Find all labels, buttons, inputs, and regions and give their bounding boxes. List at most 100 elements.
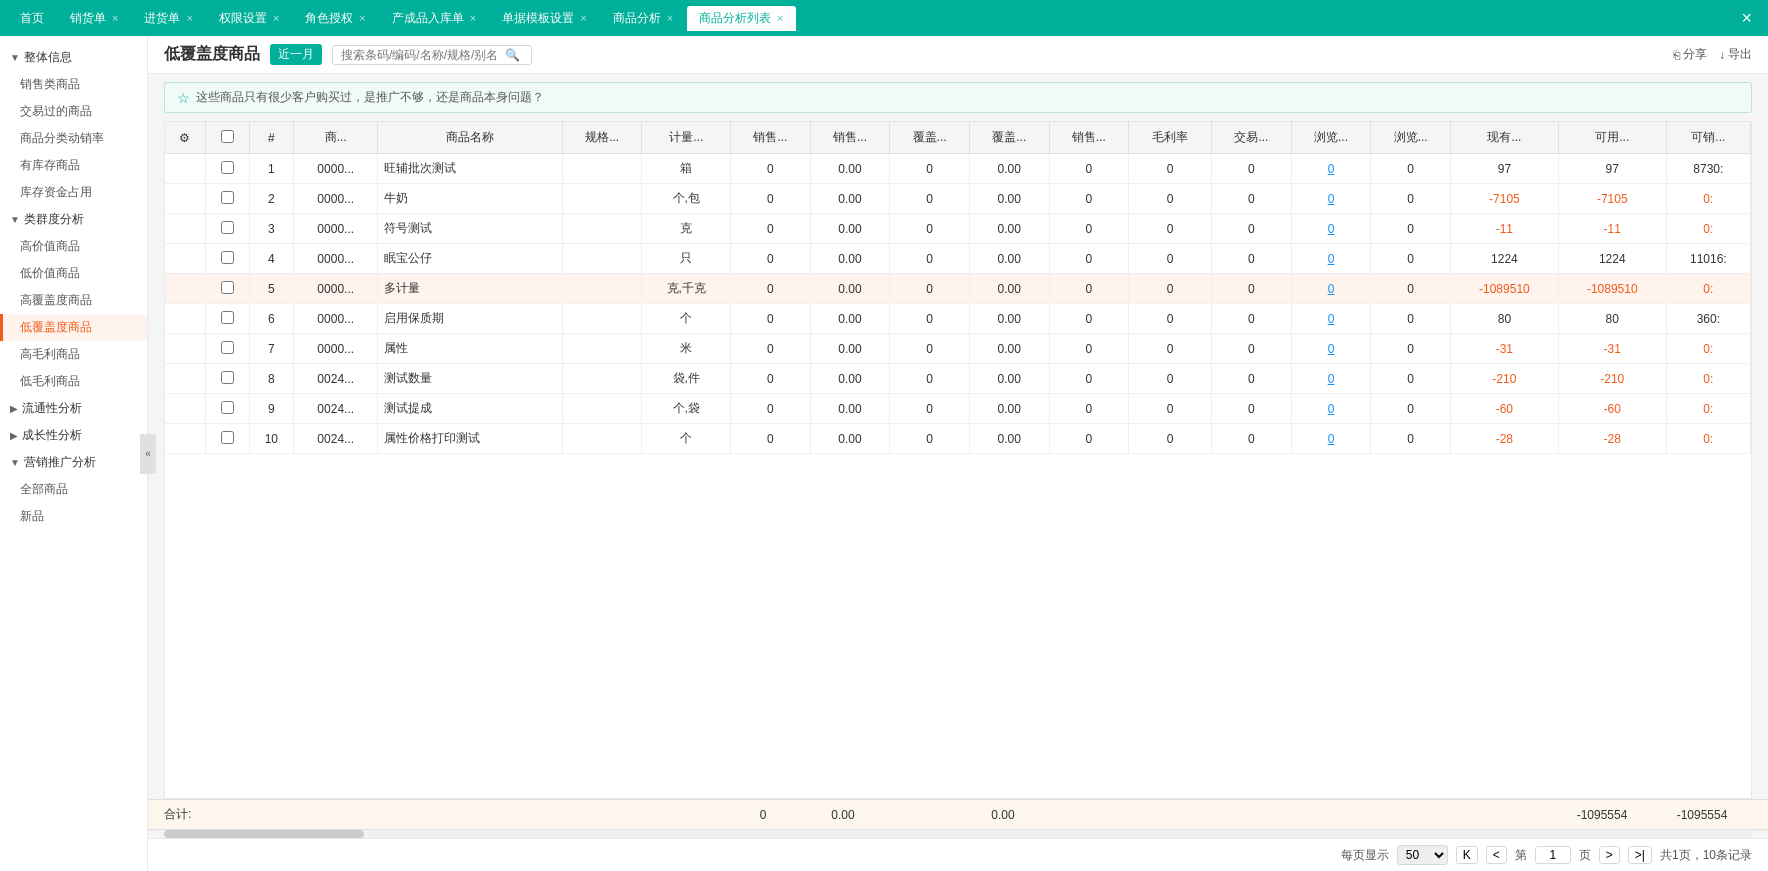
sidebar-item-new-goods[interactable]: 新品 xyxy=(0,503,147,530)
close-icon[interactable]: × xyxy=(777,12,783,24)
td-unit: 个 xyxy=(642,424,731,454)
close-icon[interactable]: × xyxy=(359,12,365,24)
close-icon[interactable]: × xyxy=(186,12,192,24)
td-checkbox[interactable] xyxy=(205,334,249,364)
page-number-input[interactable] xyxy=(1535,846,1571,864)
close-icon[interactable]: × xyxy=(273,12,279,24)
nav-tab-purchase[interactable]: 进货单 × xyxy=(132,6,204,31)
td-checkbox[interactable] xyxy=(205,154,249,184)
share-button[interactable]: ⎗ 分享 xyxy=(1673,46,1707,63)
sidebar-item-sales-goods[interactable]: 销售类商品 xyxy=(0,71,147,98)
row-checkbox[interactable] xyxy=(221,401,234,414)
row-checkbox[interactable] xyxy=(221,281,234,294)
row-checkbox[interactable] xyxy=(221,431,234,444)
sidebar-item-low-coverage[interactable]: 低覆盖度商品 xyxy=(0,314,147,341)
first-page-button[interactable]: K xyxy=(1456,846,1478,864)
td-browse-cnt[interactable]: 0 xyxy=(1291,304,1371,334)
browse-cnt-link[interactable]: 0 xyxy=(1328,192,1335,206)
sidebar-group-marketing[interactable]: ▼ 营销推广分析 xyxy=(0,449,147,476)
td-browse-cnt[interactable]: 0 xyxy=(1291,274,1371,304)
row-checkbox[interactable] xyxy=(221,251,234,264)
browse-cnt-link[interactable]: 0 xyxy=(1328,312,1335,326)
browse-cnt-link[interactable]: 0 xyxy=(1328,372,1335,386)
td-checkbox[interactable] xyxy=(205,364,249,394)
sidebar-item-traded-goods[interactable]: 交易过的商品 xyxy=(0,98,147,125)
next-page-button[interactable]: > xyxy=(1599,846,1620,864)
td-checkbox[interactable] xyxy=(205,274,249,304)
row-checkbox[interactable] xyxy=(221,311,234,324)
close-icon[interactable]: × xyxy=(112,12,118,24)
search-icon[interactable]: 🔍 xyxy=(505,48,520,62)
th-checkbox[interactable] xyxy=(205,122,249,154)
td-browse-cnt[interactable]: 0 xyxy=(1291,334,1371,364)
close-icon[interactable]: × xyxy=(470,12,476,24)
horizontal-scrollbar[interactable] xyxy=(164,830,1752,838)
last-page-button[interactable]: >| xyxy=(1628,846,1652,864)
settings-icon[interactable]: ⚙ xyxy=(179,131,190,145)
nav-tab-analysis[interactable]: 商品分析 × xyxy=(601,6,685,31)
period-button[interactable]: 近一月 xyxy=(270,44,322,65)
td-checkbox[interactable] xyxy=(205,244,249,274)
browse-cnt-link[interactable]: 0 xyxy=(1328,282,1335,296)
search-input[interactable] xyxy=(341,48,501,62)
th-sellable: 可销... xyxy=(1666,122,1750,154)
sidebar-group-liquidity[interactable]: ▶ 流通性分析 xyxy=(0,395,147,422)
sidebar-item-category-turnover[interactable]: 商品分类动销率 xyxy=(0,125,147,152)
th-settings[interactable]: ⚙ xyxy=(165,122,205,154)
td-browse-cnt[interactable]: 0 xyxy=(1291,214,1371,244)
td-checkbox[interactable] xyxy=(205,304,249,334)
nav-tab-analysis-list[interactable]: 商品分析列表 × xyxy=(687,6,795,31)
row-checkbox[interactable] xyxy=(221,191,234,204)
td-browse-cnt[interactable]: 0 xyxy=(1291,364,1371,394)
nav-tab-products[interactable]: 产成品入库单 × xyxy=(380,6,488,31)
sidebar-item-inventory-capital[interactable]: 库存资金占用 xyxy=(0,179,147,206)
page-size-select[interactable]: 50 100 200 xyxy=(1397,845,1448,865)
th-available: 可用... xyxy=(1558,122,1666,154)
td-checkbox[interactable] xyxy=(205,394,249,424)
nav-tab-templates[interactable]: 单据模板设置 × xyxy=(490,6,598,31)
row-checkbox[interactable] xyxy=(221,371,234,384)
sidebar-item-high-margin[interactable]: 高毛利商品 xyxy=(0,341,147,368)
select-all-checkbox[interactable] xyxy=(221,130,234,143)
close-icon[interactable]: × xyxy=(667,12,673,24)
top-nav: 首页 销货单 × 进货单 × 权限设置 × 角色授权 × 产成品入库单 × 单据… xyxy=(0,0,1768,36)
nav-tab-sales[interactable]: 销货单 × xyxy=(58,6,130,31)
browse-cnt-link[interactable]: 0 xyxy=(1328,432,1335,446)
sidebar-item-high-value[interactable]: 高价值商品 xyxy=(0,233,147,260)
row-checkbox[interactable] xyxy=(221,161,234,174)
sidebar-group-cluster[interactable]: ▼ 类群度分析 xyxy=(0,206,147,233)
export-button[interactable]: ↓ 导出 xyxy=(1719,46,1752,63)
browse-cnt-link[interactable]: 0 xyxy=(1328,222,1335,236)
browse-cnt-link[interactable]: 0 xyxy=(1328,402,1335,416)
window-close-button[interactable]: × xyxy=(1733,8,1760,29)
browse-cnt-link[interactable]: 0 xyxy=(1328,252,1335,266)
td-browse-cnt[interactable]: 0 xyxy=(1291,394,1371,424)
td-trade-cnt: 0 xyxy=(1212,334,1292,364)
sidebar-item-in-stock[interactable]: 有库存商品 xyxy=(0,152,147,179)
sidebar-item-low-value[interactable]: 低价值商品 xyxy=(0,260,147,287)
nav-tab-roles[interactable]: 角色授权 × xyxy=(293,6,377,31)
close-icon[interactable]: × xyxy=(580,12,586,24)
td-browse-cnt[interactable]: 0 xyxy=(1291,154,1371,184)
nav-tab-permissions[interactable]: 权限设置 × xyxy=(207,6,291,31)
td-browse-cnt[interactable]: 0 xyxy=(1291,184,1371,214)
nav-tab-home[interactable]: 首页 xyxy=(8,6,56,31)
td-browse-cnt[interactable]: 0 xyxy=(1291,244,1371,274)
sidebar-group-growth[interactable]: ▶ 成长性分析 xyxy=(0,422,147,449)
scrollbar-thumb[interactable] xyxy=(164,830,364,838)
td-cover-rate: 0.00 xyxy=(969,364,1049,394)
sidebar-item-high-coverage[interactable]: 高覆盖度商品 xyxy=(0,287,147,314)
row-checkbox[interactable] xyxy=(221,341,234,354)
sidebar-group-overall[interactable]: ▼ 整体信息 xyxy=(0,44,147,71)
browse-cnt-link[interactable]: 0 xyxy=(1328,162,1335,176)
browse-cnt-link[interactable]: 0 xyxy=(1328,342,1335,356)
row-checkbox[interactable] xyxy=(221,221,234,234)
td-browse-cnt[interactable]: 0 xyxy=(1291,424,1371,454)
sidebar-collapse-button[interactable]: « xyxy=(140,434,156,474)
sidebar-item-all-goods[interactable]: 全部商品 xyxy=(0,476,147,503)
sidebar-item-low-margin[interactable]: 低毛利商品 xyxy=(0,368,147,395)
td-checkbox[interactable] xyxy=(205,214,249,244)
td-checkbox[interactable] xyxy=(205,184,249,214)
prev-page-button[interactable]: < xyxy=(1486,846,1507,864)
td-checkbox[interactable] xyxy=(205,424,249,454)
